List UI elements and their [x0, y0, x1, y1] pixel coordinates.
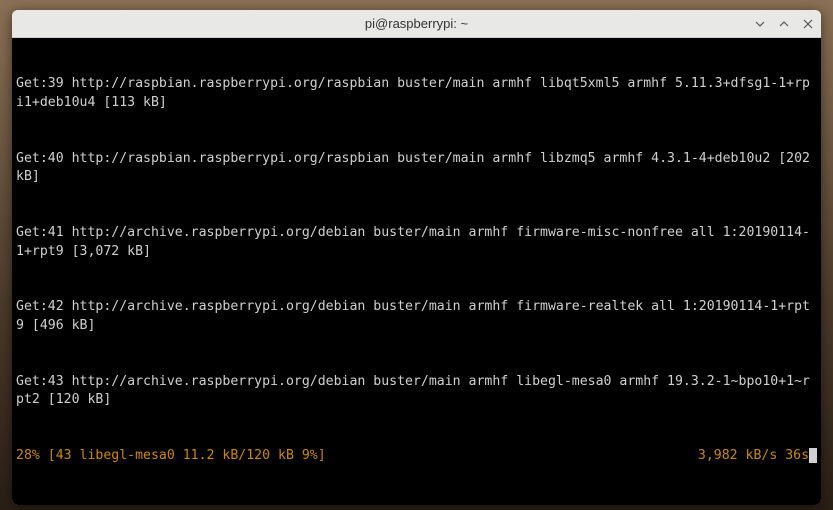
status-left: 28% [43 libegl-mesa0 11.2 kB/120 kB 9%] — [16, 448, 326, 463]
terminal-line: Get:42 http://archive.raspberrypi.org/de… — [16, 298, 817, 335]
status-right-text: 3,982 kB/s 36s — [698, 448, 809, 463]
window-controls — [753, 10, 815, 37]
download-status-line: 28% [43 libegl-mesa0 11.2 kB/120 kB 9%] 3… — [16, 447, 817, 466]
terminal-content: armhf 5.11.3+dfsg1-1+rpi1+deb10u4 [559 k… — [16, 38, 817, 503]
status-right: 3,982 kB/s 36s — [698, 447, 817, 466]
window-title: pi@raspberrypi: ~ — [365, 16, 468, 31]
terminal-line: Get:39 http://raspbian.raspberrypi.org/r… — [16, 75, 817, 112]
titlebar[interactable]: pi@raspberrypi: ~ — [12, 10, 821, 38]
cursor — [809, 448, 817, 463]
close-icon[interactable] — [801, 17, 815, 31]
minimize-icon[interactable] — [753, 17, 767, 31]
terminal-window: pi@raspberrypi: ~ armhf 5.11.3+dfsg1-1+r… — [12, 10, 821, 505]
terminal-line: Get:43 http://archive.raspberrypi.org/de… — [16, 373, 817, 410]
maximize-icon[interactable] — [777, 17, 791, 31]
terminal-line: Get:41 http://archive.raspberrypi.org/de… — [16, 224, 817, 261]
terminal-body[interactable]: armhf 5.11.3+dfsg1-1+rpi1+deb10u4 [559 k… — [12, 38, 821, 505]
terminal-line: Get:40 http://raspbian.raspberrypi.org/r… — [16, 150, 817, 187]
